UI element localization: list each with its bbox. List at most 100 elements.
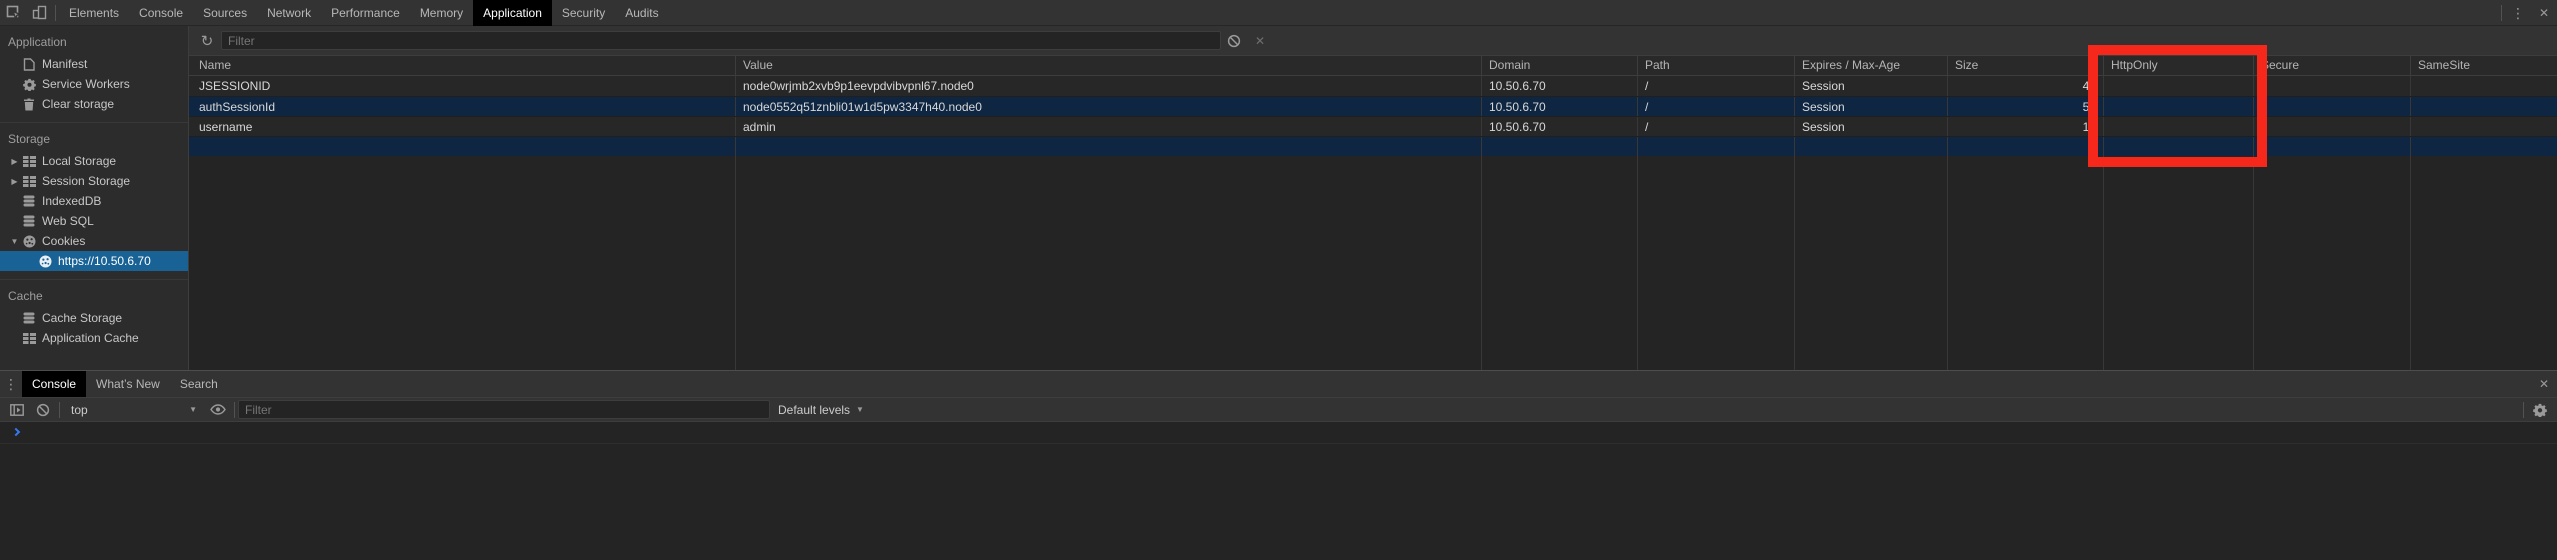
sidebar-section-storage: Storage ▶ Local Storage ▶ Session Storag… (0, 122, 188, 279)
table-row-jsessionid[interactable]: JSESSIONID node0wrjmb2xvb9p1eevpdvibvpnl… (189, 76, 2557, 96)
column-header-expires[interactable]: Expires / Max-Age (1794, 56, 1947, 75)
refresh-icon[interactable]: ↻ (197, 32, 217, 50)
toolbar-separator (55, 4, 56, 21)
tab-security[interactable]: Security (552, 0, 615, 26)
cell-name[interactable]: username (189, 117, 735, 136)
console-drawer: ⋮ Console What’s New Search ✕ top ▼ Filt… (0, 370, 2557, 560)
sidebar-item-session-storage[interactable]: ▶ Session Storage (0, 171, 188, 191)
inspect-element-button[interactable] (0, 0, 26, 26)
sidebar-item-label: Cache Storage (42, 311, 123, 325)
drawer-tab-search[interactable]: Search (170, 371, 228, 397)
section-title: Cache (8, 289, 43, 303)
console-filter-input[interactable] (238, 400, 770, 419)
expander-collapsed-icon[interactable]: ▶ (8, 157, 21, 166)
cookies-filter-input[interactable] (221, 31, 1221, 50)
column-header-value[interactable]: Value (735, 56, 1481, 75)
drawer-tab-console[interactable]: Console (22, 371, 87, 397)
sidebar-item-cache-storage[interactable]: Cache Storage (0, 308, 188, 328)
cell-expires[interactable]: Session (1794, 117, 1947, 136)
tab-memory[interactable]: Memory (410, 0, 473, 26)
cell-value[interactable]: node0wrjmb2xvb9p1eevpdvibvpnl67.node0 (735, 76, 1481, 96)
drawer-tab-bar: ⋮ Console What’s New Search ✕ (0, 371, 2557, 397)
tab-performance[interactable]: Performance (321, 0, 410, 26)
sidebar-item-label: Cookies (42, 234, 86, 248)
cell-size[interactable]: 13 (1947, 117, 2103, 136)
tab-application[interactable]: Application (473, 0, 552, 26)
column-header-size[interactable]: Size (1947, 56, 2103, 75)
sidebar-item-label: IndexedDB (42, 194, 102, 208)
cell-path[interactable]: / (1637, 76, 1794, 96)
cell-httponly[interactable] (2103, 117, 2253, 136)
cell-path[interactable]: / (1637, 97, 1794, 116)
sidebar-item-service-workers[interactable]: Service Workers (0, 74, 188, 94)
console-prompt[interactable] (0, 422, 2557, 444)
cell-samesite[interactable] (2410, 76, 2557, 96)
column-header-domain[interactable]: Domain (1481, 56, 1637, 75)
cell-httponly[interactable] (2103, 97, 2253, 116)
execution-context-selector[interactable]: top ▼ (63, 397, 205, 422)
expander-collapsed-icon[interactable]: ▶ (8, 177, 21, 186)
log-levels-selector[interactable]: Default levels ▼ (770, 397, 872, 422)
cookies-panel: ↻ ✕ Name Value Domain Path Expires / Max… (189, 26, 2557, 370)
column-header-secure[interactable]: Secure (2253, 56, 2410, 75)
console-settings-gear-icon[interactable] (2527, 397, 2553, 423)
cell-domain[interactable]: 10.50.6.70 (1481, 97, 1637, 116)
sidebar-item-websql[interactable]: Web SQL (0, 211, 188, 231)
cell-expires[interactable]: Session (1794, 76, 1947, 96)
kebab-menu-icon[interactable]: ⋮ (2505, 0, 2531, 26)
toggle-device-toolbar-button[interactable] (26, 0, 52, 26)
database-icon (21, 312, 37, 324)
cell-domain[interactable]: 10.50.6.70 (1481, 76, 1637, 96)
cell-secure[interactable] (2253, 76, 2410, 96)
sidebar-item-indexeddb[interactable]: IndexedDB (0, 191, 188, 211)
sidebar-item-manifest[interactable]: Manifest (0, 54, 188, 74)
cell-secure[interactable] (2253, 117, 2410, 136)
cell-value[interactable]: node0552q51znbli01w1d5pw3347h40.node0 (735, 97, 1481, 116)
column-header-samesite[interactable]: SameSite (2410, 56, 2557, 75)
cell-name[interactable]: JSESSIONID (189, 76, 735, 96)
table-row-empty-selected[interactable] (189, 136, 2557, 156)
cell-expires[interactable]: Session (1794, 97, 1947, 116)
tab-console[interactable]: Console (129, 0, 193, 26)
cell-samesite[interactable] (2410, 117, 2557, 136)
cell-secure[interactable] (2253, 97, 2410, 116)
cell-samesite[interactable] (2410, 97, 2557, 116)
console-toolbar: top ▼ Default levels ▼ (0, 397, 2557, 422)
cell-name[interactable]: authSessionId (189, 97, 735, 116)
table-row-username[interactable]: username admin 10.50.6.70 / Session 13 (189, 116, 2557, 136)
cell-domain[interactable]: 10.50.6.70 (1481, 117, 1637, 136)
sidebar-item-clear-storage[interactable]: Clear storage (0, 94, 188, 114)
cookie-icon (37, 255, 53, 268)
cell-path[interactable]: / (1637, 117, 1794, 136)
delete-selected-cookie-icon[interactable]: ✕ (1247, 28, 1273, 54)
chevron-down-icon: ▼ (856, 405, 864, 414)
tab-audits[interactable]: Audits (615, 0, 668, 26)
clear-all-cookies-icon[interactable] (1221, 28, 1247, 54)
live-expression-eye-icon[interactable] (205, 397, 231, 423)
sidebar-item-cookie-origin[interactable]: https://10.50.6.70 (0, 251, 188, 271)
cell-httponly[interactable] (2103, 76, 2253, 96)
column-header-name[interactable]: Name (189, 56, 735, 75)
cell-value[interactable]: admin (735, 117, 1481, 136)
tab-sources[interactable]: Sources (193, 0, 257, 26)
expander-expanded-icon[interactable]: ▼ (8, 237, 21, 246)
column-header-httponly[interactable]: HttpOnly (2103, 56, 2253, 75)
sidebar-item-label: Web SQL (42, 214, 94, 228)
gear-icon (21, 78, 37, 91)
console-sidebar-toggle-icon[interactable] (4, 397, 30, 423)
tab-network[interactable]: Network (257, 0, 321, 26)
drawer-kebab-menu-icon[interactable]: ⋮ (0, 377, 22, 391)
clear-console-icon[interactable] (30, 397, 56, 423)
sidebar-item-cookies[interactable]: ▼ Cookies (0, 231, 188, 251)
cookies-toolbar: ↻ ✕ (189, 26, 2557, 56)
drawer-tab-whats-new[interactable]: What’s New (86, 371, 170, 397)
sidebar-item-application-cache[interactable]: Application Cache (0, 328, 188, 348)
close-devtools-icon[interactable]: ✕ (2531, 0, 2557, 26)
tab-elements[interactable]: Elements (59, 0, 129, 26)
table-row-authsessionid[interactable]: authSessionId node0552q51znbli01w1d5pw33… (189, 96, 2557, 116)
column-header-path[interactable]: Path (1637, 56, 1794, 75)
close-drawer-icon[interactable]: ✕ (2531, 371, 2557, 397)
cell-size[interactable]: 50 (1947, 97, 2103, 116)
cell-size[interactable]: 47 (1947, 76, 2103, 96)
sidebar-item-local-storage[interactable]: ▶ Local Storage (0, 151, 188, 171)
